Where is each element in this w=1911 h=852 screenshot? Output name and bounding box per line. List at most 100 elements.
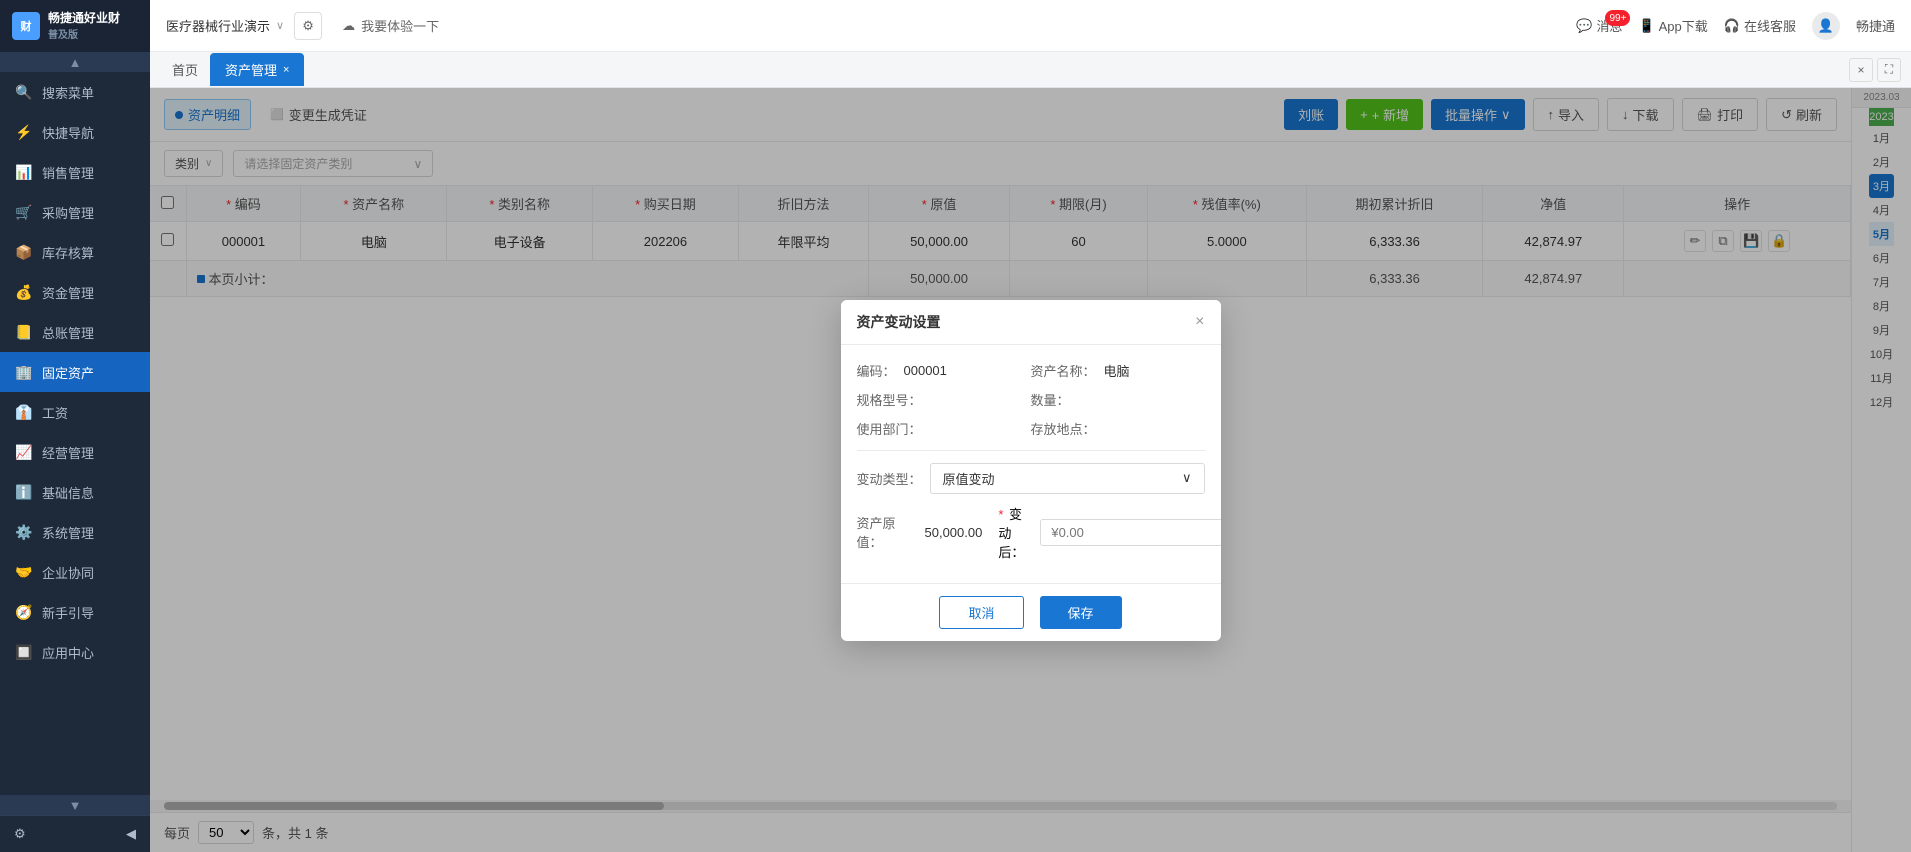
sidebar-item-collab[interactable]: 🤝 企业协同: [0, 552, 150, 592]
tab-close-button[interactable]: ×: [1849, 58, 1873, 82]
dialog-code-name-row: 编码： 000001 资产名称： 电脑: [857, 361, 1205, 380]
topbar-title: 医疗器械行业演示 ∨: [166, 16, 284, 35]
dialog-name-field: 资产名称： 电脑: [1031, 361, 1205, 380]
sidebar-logo: 财 畅捷通好业财 普及版: [0, 0, 150, 52]
download-icon: 📱: [1638, 18, 1654, 34]
dialog-code-label: 编码：: [857, 361, 896, 380]
sidebar-item-payroll[interactable]: 👔 工资: [0, 392, 150, 432]
sidebar-item-sales[interactable]: 📊 销售管理: [0, 152, 150, 192]
dialog-required-star: * 变动后：: [998, 504, 1024, 561]
dialog-change-type-select[interactable]: 原值变动 ∨: [930, 463, 1205, 494]
dialog-code-value: 000001: [904, 363, 947, 378]
dialog-name-value: 电脑: [1104, 361, 1130, 380]
topbar-experience[interactable]: ☁ 我要体验一下: [342, 16, 439, 35]
experience-text: 我要体验一下: [361, 16, 439, 35]
dialog-save-button[interactable]: 保存: [1040, 596, 1122, 629]
change-type-chevron-icon: ∨: [1182, 470, 1192, 486]
dialog-dept-loc-row: 使用部门： 存放地点：: [857, 419, 1205, 438]
bell-icon: 💬: [1576, 18, 1592, 34]
topbar-settings-button[interactable]: ⚙: [294, 12, 322, 40]
topbar: 医疗器械行业演示 ∨ ⚙ ☁ 我要体验一下 💬 消息 99+ 📱 App下载 🎧…: [150, 0, 1911, 52]
change-type-value: 原值变动: [943, 469, 995, 488]
content-area: 资产明细 ⬜ 变更生成凭证 刘账 + + 新增 批量操作 ∨: [150, 88, 1911, 852]
tab-home[interactable]: 首页: [160, 54, 210, 85]
sidebar-scroll-up[interactable]: ▲: [0, 52, 150, 72]
system-icon: ⚙️: [14, 522, 34, 542]
dialog-title: 资产变动设置: [857, 312, 941, 332]
dialog-change-type-row: 变动类型： 原值变动 ∨: [857, 463, 1205, 494]
username-display[interactable]: 畅捷通: [1856, 16, 1895, 35]
company-chevron-icon[interactable]: ∨: [276, 19, 284, 32]
sidebar-item-apps[interactable]: 🔲 应用中心: [0, 632, 150, 672]
online-service-button[interactable]: 🎧 在线客服: [1724, 16, 1796, 35]
sidebar-item-fixed-assets[interactable]: 🏢 固定资产: [0, 352, 150, 392]
ledger-icon: 📒: [14, 322, 34, 342]
dialog-change-type-label: 变动类型：: [857, 469, 922, 488]
quicknav-icon: ⚡: [14, 122, 34, 142]
dialog-location-label: 存放地点：: [1031, 419, 1096, 438]
apps-icon: 🔲: [14, 642, 34, 662]
settings-icon: ⚙: [14, 826, 26, 842]
sidebar-item-finance[interactable]: 💰 资金管理: [0, 272, 150, 312]
user-avatar[interactable]: 👤: [1812, 12, 1840, 40]
sidebar-item-basic-info[interactable]: ℹ️ 基础信息: [0, 472, 150, 512]
dialog-qty-label: 数量：: [1031, 390, 1070, 409]
sidebar-item-system[interactable]: ⚙️ 系统管理: [0, 512, 150, 552]
sidebar: 财 畅捷通好业财 普及版 ▲ 🔍 搜索菜单 ⚡ 快捷导航 📊 销售管理 🛒 采购…: [0, 0, 150, 852]
dialog-close-button[interactable]: ×: [1195, 313, 1204, 331]
dialog-footer: 取消 保存: [841, 583, 1221, 641]
asset-change-dialog: 资产变动设置 × 编码： 000001 资产名称： 电脑: [841, 300, 1221, 641]
sidebar-bottom-settings[interactable]: ⚙ ◀: [0, 815, 150, 852]
sidebar-nav: 🔍 搜索菜单 ⚡ 快捷导航 📊 销售管理 🛒 采购管理 📦 库存核算 💰 资金管…: [0, 72, 150, 795]
notification-button[interactable]: 💬 消息 99+: [1576, 16, 1622, 35]
sidebar-item-purchase[interactable]: 🛒 采购管理: [0, 192, 150, 232]
sidebar-item-quicknav[interactable]: ⚡ 快捷导航: [0, 112, 150, 152]
dialog-asset-value: 50,000.00: [925, 525, 983, 540]
main-area: 医疗器械行业演示 ∨ ⚙ ☁ 我要体验一下 💬 消息 99+ 📱 App下载 🎧…: [150, 0, 1911, 852]
sidebar-item-inventory[interactable]: 📦 库存核算: [0, 232, 150, 272]
tab-close-icon[interactable]: ×: [283, 64, 289, 76]
dialog-asset-value-label: 资产原值：: [857, 513, 917, 551]
dialog-divider: [857, 450, 1205, 451]
tabbar-actions: × ⛶: [1849, 58, 1901, 82]
modal-overlay: 资产变动设置 × 编码： 000001 资产名称： 电脑: [150, 88, 1911, 852]
sidebar-item-operations[interactable]: 📈 经营管理: [0, 432, 150, 472]
dialog-code-field: 编码： 000001: [857, 361, 1031, 380]
company-name: 医疗器械行业演示: [166, 16, 270, 35]
dialog-body: 编码： 000001 资产名称： 电脑 规格型号：: [841, 345, 1221, 583]
payroll-icon: 👔: [14, 402, 34, 422]
finance-icon: 💰: [14, 282, 34, 302]
dialog-name-label: 资产名称：: [1031, 361, 1096, 380]
dialog-dept-label: 使用部门：: [857, 419, 922, 438]
avatar-icon: 👤: [1818, 18, 1834, 34]
service-icon: 🎧: [1724, 18, 1740, 34]
fixed-assets-icon: 🏢: [14, 362, 34, 382]
dialog-cancel-button[interactable]: 取消: [939, 596, 1023, 629]
sidebar-item-guide[interactable]: 🧭 新手引导: [0, 592, 150, 632]
sidebar-item-ledger[interactable]: 📒 总账管理: [0, 312, 150, 352]
tab-asset-mgmt[interactable]: 资产管理 ×: [210, 53, 304, 86]
dialog-qty-field: 数量：: [1031, 390, 1205, 409]
operations-icon: 📈: [14, 442, 34, 462]
notification-badge: 99+: [1605, 10, 1630, 26]
sales-icon: 📊: [14, 162, 34, 182]
topbar-right: 💬 消息 99+ 📱 App下载 🎧 在线客服 👤 畅捷通: [1576, 12, 1895, 40]
logo-sub: 普及版: [48, 26, 120, 41]
tab-expand-button[interactable]: ⛶: [1877, 58, 1901, 82]
dialog-after-input[interactable]: [1040, 519, 1220, 546]
sidebar-scroll-down[interactable]: ▼: [0, 795, 150, 815]
inventory-icon: 📦: [14, 242, 34, 262]
logo-name: 畅捷通好业财: [48, 11, 120, 27]
sidebar-toggle-icon[interactable]: ◀: [126, 826, 136, 842]
sidebar-item-search[interactable]: 🔍 搜索菜单: [0, 72, 150, 112]
dialog-spec-qty-row: 规格型号： 数量：: [857, 390, 1205, 409]
collab-icon: 🤝: [14, 562, 34, 582]
dialog-location-field: 存放地点：: [1031, 419, 1205, 438]
dialog-spec-field: 规格型号：: [857, 390, 1031, 409]
app-download-button[interactable]: 📱 App下载: [1638, 16, 1707, 35]
guide-icon: 🧭: [14, 602, 34, 622]
dialog-value-row: 资产原值： 50,000.00 * 变动后：: [857, 504, 1205, 561]
tabbar: 首页 资产管理 × × ⛶: [150, 52, 1911, 88]
basic-info-icon: ℹ️: [14, 482, 34, 502]
search-icon: 🔍: [14, 82, 34, 102]
